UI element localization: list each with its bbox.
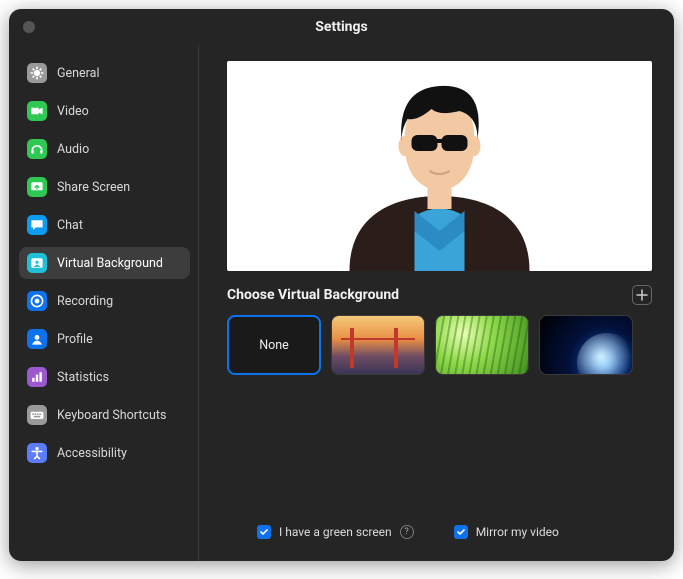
profile-icon: [27, 329, 47, 349]
sidebar-item-label: Statistics: [57, 370, 109, 385]
sidebar-item-label: Virtual Background: [57, 256, 163, 271]
window-title: Settings: [315, 19, 367, 35]
stats-icon: [27, 367, 47, 387]
sidebar-item-share-screen[interactable]: Share Screen: [19, 171, 190, 203]
section-title: Choose Virtual Background: [227, 287, 399, 303]
share-icon: [27, 177, 47, 197]
sidebar-item-recording[interactable]: Recording: [19, 285, 190, 317]
help-icon[interactable]: ?: [400, 525, 414, 539]
gear-icon: [27, 63, 47, 83]
background-thumb-earth[interactable]: [539, 315, 633, 375]
mirror-video-checkbox[interactable]: Mirror my video: [454, 525, 559, 539]
footer-options: I have a green screen ? Mirror my video: [227, 525, 652, 545]
green-screen-label: I have a green screen: [279, 525, 392, 539]
sidebar-item-virtual-background[interactable]: Virtual Background: [19, 247, 190, 279]
settings-window: Settings General Video Audio Share Screen Ch…: [9, 9, 674, 561]
sidebar-item-profile[interactable]: Profile: [19, 323, 190, 355]
access-icon: [27, 443, 47, 463]
record-icon: [27, 291, 47, 311]
sidebar-item-accessibility[interactable]: Accessibility: [19, 437, 190, 469]
add-background-button[interactable]: [632, 285, 652, 305]
main-panel: Choose Virtual Background None I have a …: [199, 45, 674, 561]
checkbox-icon: [454, 525, 468, 539]
sidebar-item-chat[interactable]: Chat: [19, 209, 190, 241]
checkbox-icon: [257, 525, 271, 539]
plus-icon: [636, 289, 648, 301]
sidebar-item-label: Share Screen: [57, 180, 130, 195]
video-preview: [227, 61, 652, 271]
sidebar-item-label: Profile: [57, 332, 93, 347]
chat-icon: [27, 215, 47, 235]
green-screen-checkbox[interactable]: I have a green screen ?: [257, 525, 414, 539]
sidebar-item-audio[interactable]: Audio: [19, 133, 190, 165]
close-window-button[interactable]: [23, 21, 35, 33]
sidebar-item-label: Chat: [57, 218, 83, 233]
sidebar-item-label: Keyboard Shortcuts: [57, 408, 166, 423]
sidebar-item-keyboard-shortcuts[interactable]: Keyboard Shortcuts: [19, 399, 190, 431]
sidebar-item-video[interactable]: Video: [19, 95, 190, 127]
background-thumb-none[interactable]: None: [227, 315, 321, 375]
mirror-video-label: Mirror my video: [476, 525, 559, 539]
thumb-label: None: [259, 338, 289, 353]
headset-icon: [27, 139, 47, 159]
vb-icon: [27, 253, 47, 273]
sidebar-item-label: Video: [57, 104, 89, 119]
sidebar-item-label: General: [57, 66, 100, 81]
sidebar-item-statistics[interactable]: Statistics: [19, 361, 190, 393]
sidebar-item-label: Audio: [57, 142, 89, 157]
background-thumb-bridge[interactable]: [331, 315, 425, 375]
background-thumb-grass[interactable]: [435, 315, 529, 375]
sidebar-item-general[interactable]: General: [19, 57, 190, 89]
sidebar-item-label: Accessibility: [57, 446, 127, 461]
keyboard-icon: [27, 405, 47, 425]
avatar-illustration: [227, 61, 652, 271]
titlebar: Settings: [9, 9, 674, 45]
sidebar: General Video Audio Share Screen Chat Virtual…: [9, 45, 199, 561]
sidebar-item-label: Recording: [57, 294, 113, 309]
camera-icon: [27, 101, 47, 121]
background-thumbnails: None: [227, 315, 652, 375]
